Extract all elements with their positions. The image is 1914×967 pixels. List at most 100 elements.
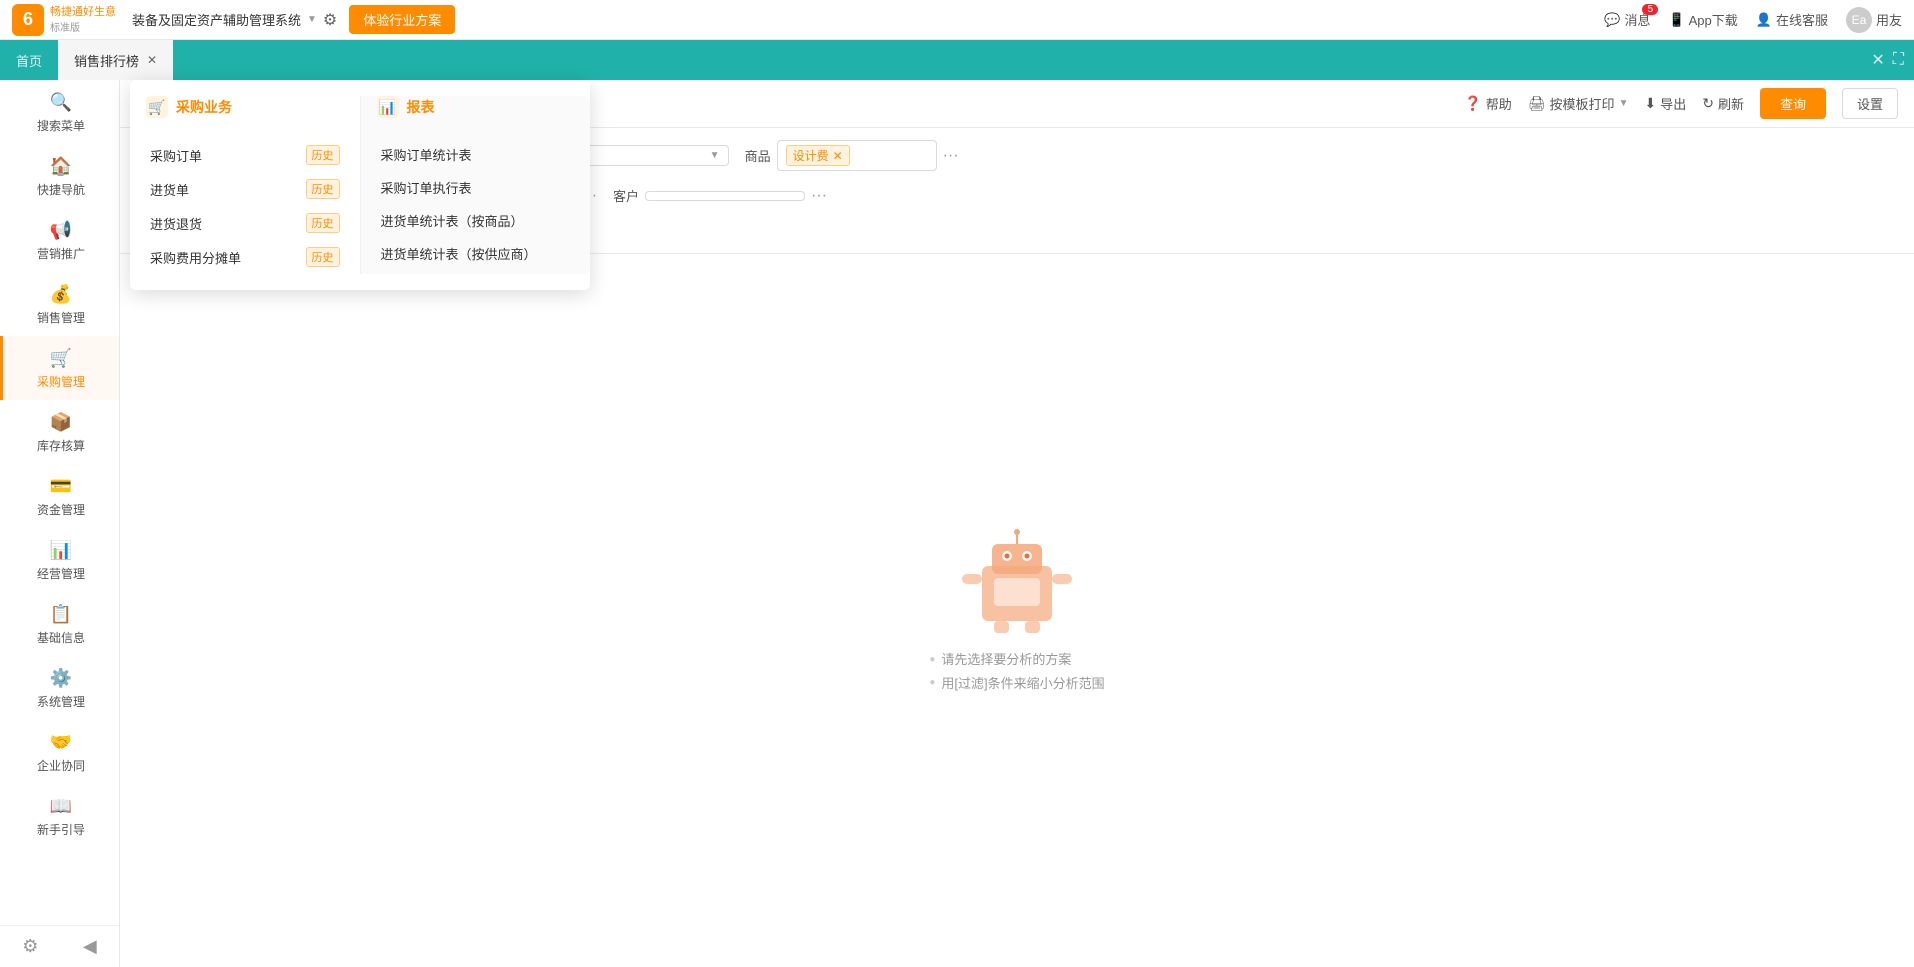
purchase-dropdown-menu: 🛒 采购业务 采购订单 历史 进货单 历史 进货退货 历史 采购费用分摊单 历史… [130, 80, 590, 290]
basic-info-icon: 📋 [50, 604, 72, 625]
customer-dots[interactable]: ··· [811, 187, 827, 205]
report-col-icon: 📊 [377, 96, 399, 118]
return-label: 进货退货 [150, 214, 202, 233]
purchase-col: 🛒 采购业务 采购订单 历史 进货单 历史 进货退货 历史 采购费用分摊单 历史 [130, 96, 360, 274]
sidebar-item-basic-info[interactable]: 📋 基础信息 [0, 592, 119, 656]
goods-tag-value: 设计费 [793, 147, 829, 164]
sidebar-item-quick-nav[interactable]: 🏠 快捷导航 [0, 144, 119, 208]
report-4-label: 进货单统计表（按供应商） [381, 244, 537, 263]
sidebar-label-inventory: 库存核算 [37, 437, 85, 454]
logo-area: 6 畅捷通好生意 标准版 [12, 4, 122, 36]
goods-tag-close-icon[interactable]: ✕ [833, 149, 843, 163]
sidebar-item-purchase[interactable]: 🛒 采购管理 [0, 336, 119, 400]
sidebar-item-search[interactable]: 🔍 搜索菜单 [0, 80, 119, 144]
sidebar-item-marketing[interactable]: 📢 营销推广 [0, 208, 119, 272]
system-icon: ⚙️ [50, 668, 72, 689]
guide-icon: 📖 [50, 796, 72, 817]
report-3-label: 进货单统计表（按商品） [381, 211, 524, 230]
message-btn[interactable]: 💬 消息 5 [1604, 10, 1650, 29]
goods-input[interactable]: 设计费 ✕ [777, 140, 937, 171]
sidebar-label-quick-nav: 快捷导航 [37, 181, 85, 198]
user-btn[interactable]: Ea 用友 [1846, 7, 1902, 33]
topbar-right: 💬 消息 5 📱 App下载 👤 在线客服 Ea 用友 [1604, 7, 1902, 33]
report-1-label: 采购订单统计表 [381, 145, 472, 164]
app-icon: 📱 [1668, 12, 1684, 28]
finance-icon: 💳 [50, 476, 72, 497]
dropdown-item-report-4[interactable]: 进货单统计表（按供应商） [377, 237, 575, 270]
system-selector[interactable]: 装备及固定资产辅助管理系统 ▼ [132, 10, 317, 29]
message-icon: 💬 [1604, 12, 1620, 28]
app-label: App下载 [1689, 10, 1738, 29]
setting-btn[interactable]: 设置 [1842, 88, 1898, 119]
sidebar-label-guide: 新手引导 [37, 821, 85, 838]
report-col-title: 📊 报表 [377, 96, 575, 126]
help-btn[interactable]: ❓ 帮助 [1464, 94, 1511, 113]
tabbar: 首页 销售排行榜 ✕ ✕ ⛶ [0, 40, 1914, 80]
enterprise-icon: 🤝 [50, 732, 72, 753]
customer-input[interactable] [645, 191, 805, 201]
tab-sales-rank[interactable]: 销售排行榜 ✕ [58, 40, 173, 80]
report-2-label: 采购订单执行表 [381, 178, 472, 197]
query-btn[interactable]: 查询 [1760, 88, 1826, 119]
dropdown-item-stock-in[interactable]: 进货单 历史 [146, 172, 344, 206]
content-area: 请先选择要分析的方案 用[过滤]条件来缩小分析范围 [120, 254, 1914, 967]
tab-close-icon[interactable]: ✕ [147, 53, 157, 67]
operations-icon: 📊 [50, 540, 72, 561]
window-close-icon[interactable]: ✕ [1871, 50, 1884, 70]
logo-icon: 6 [12, 4, 44, 36]
industry-btn[interactable]: 体验行业方案 [349, 5, 455, 34]
sidebar-item-operations[interactable]: 📊 经营管理 [0, 528, 119, 592]
sidebar-item-enterprise[interactable]: 🤝 企业协同 [0, 720, 119, 784]
goods-label: 商品 [745, 146, 771, 165]
refresh-icon: ↻ [1702, 95, 1714, 112]
collapse-sidebar-icon[interactable]: ◀ [83, 936, 97, 957]
filter-goods: 商品 设计费 ✕ ··· [745, 140, 959, 171]
system-name: 装备及固定资产辅助管理系统 [132, 10, 301, 29]
home-icon: 🏠 [50, 156, 72, 177]
sidebar-label-system: 系统管理 [37, 693, 85, 710]
settings-icon[interactable]: ⚙ [323, 10, 337, 30]
return-history-tag: 历史 [306, 213, 340, 233]
expense-history-tag: 历史 [306, 247, 340, 267]
app-download-btn[interactable]: 📱 App下载 [1668, 10, 1737, 29]
sidebar-item-guide[interactable]: 📖 新手引导 [0, 784, 119, 848]
print-arrow-icon: ▼ [1619, 98, 1629, 109]
dropdown-item-report-1[interactable]: 采购订单统计表 [377, 138, 575, 171]
sales-icon: 💰 [50, 284, 72, 305]
sidebar-item-finance[interactable]: 💳 资金管理 [0, 464, 119, 528]
goods-dots[interactable]: ··· [943, 147, 959, 165]
export-btn[interactable]: ⬇ 导出 [1644, 94, 1686, 113]
dropdown-item-report-2[interactable]: 采购订单执行表 [377, 171, 575, 204]
empty-tip2: 用[过滤]条件来缩小分析范围 [941, 672, 1104, 695]
sidebar-item-inventory[interactable]: 📦 库存核算 [0, 400, 119, 464]
purchase-icon: 🛒 [50, 348, 72, 369]
online-service-btn[interactable]: 👤 在线客服 [1756, 10, 1828, 29]
print-icon: 🖨 [1528, 95, 1546, 112]
sidebar-label-marketing: 营销推广 [37, 245, 85, 262]
search-icon: 🔍 [50, 92, 72, 113]
print-btn[interactable]: 🖨 按模板打印 ▼ [1528, 94, 1629, 113]
purchase-col-title: 🛒 采购业务 [146, 96, 344, 126]
sidebar-item-system[interactable]: ⚙️ 系统管理 [0, 656, 119, 720]
customer-label: 客户 [613, 186, 639, 205]
dropdown-item-report-3[interactable]: 进货单统计表（按商品） [377, 204, 575, 237]
print-label: 按模板打印 [1550, 94, 1615, 113]
marketing-icon: 📢 [50, 220, 72, 241]
sidebar-label-sales: 销售管理 [37, 309, 85, 326]
window-maximize-icon[interactable]: ⛶ [1893, 51, 1904, 69]
sidebar-label-purchase: 采购管理 [37, 373, 85, 390]
refresh-btn[interactable]: ↻ 刷新 [1702, 94, 1744, 113]
dropdown-item-expense[interactable]: 采购费用分摊单 历史 [146, 240, 344, 274]
tab-home[interactable]: 首页 [0, 40, 58, 80]
logo-subtitle: 标准版 [50, 19, 116, 34]
sidebar-label-search: 搜索菜单 [37, 117, 85, 134]
expense-label: 采购费用分摊单 [150, 248, 241, 267]
settings-bottom-icon[interactable]: ⚙ [22, 936, 38, 957]
purchase-order-label: 采购订单 [150, 146, 202, 165]
empty-tip1: 请先选择要分析的方案 [941, 648, 1071, 671]
dropdown-item-purchase-order[interactable]: 采购订单 历史 [146, 138, 344, 172]
export-label: 导出 [1660, 94, 1686, 113]
logo-char: 6 [23, 9, 33, 30]
sidebar-item-sales[interactable]: 💰 销售管理 [0, 272, 119, 336]
dropdown-item-return[interactable]: 进货退货 历史 [146, 206, 344, 240]
